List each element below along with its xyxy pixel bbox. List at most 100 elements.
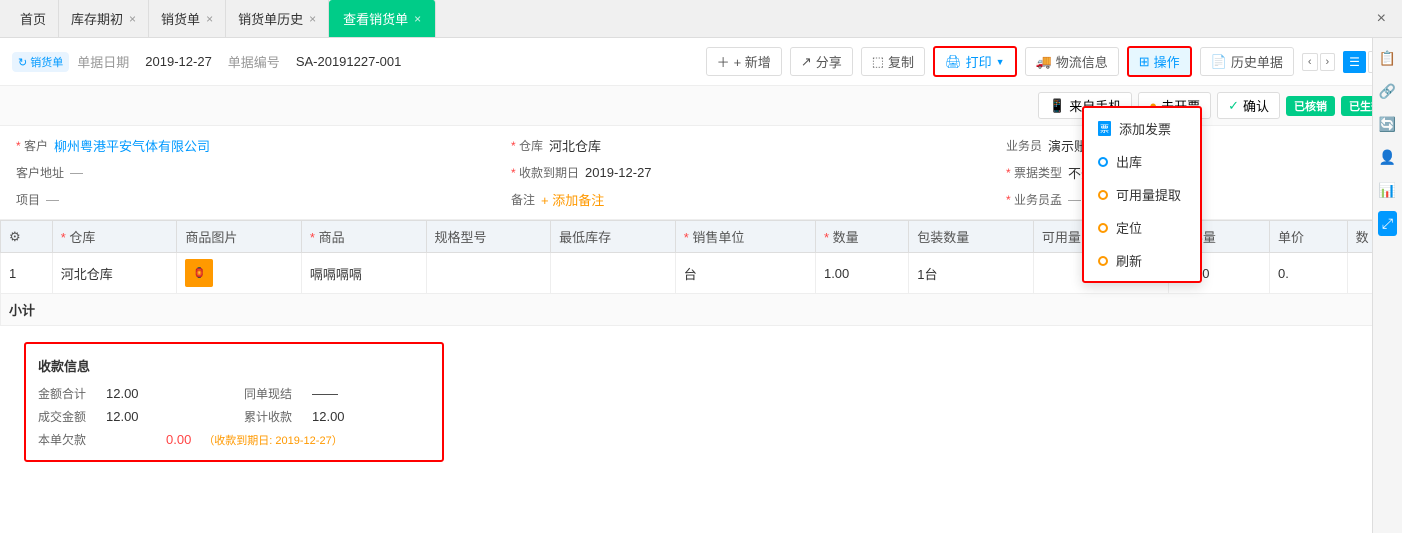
logistics-icon: 🚚 [1036, 54, 1052, 70]
tab-sales-close[interactable]: × [206, 12, 213, 26]
project-field: 项目 — [16, 191, 491, 208]
total-amount-label: 金额合计 [38, 385, 98, 402]
add-button[interactable]: ＋ + 新增 [706, 47, 782, 76]
logistics-button[interactable]: 🚚 物流信息 [1025, 47, 1119, 76]
nav-arrows: ‹ › [1302, 53, 1335, 71]
col-unit: 销售单位 [675, 221, 815, 253]
share-button[interactable]: ↗ 分享 [790, 47, 853, 76]
prev-arrow[interactable]: ‹ [1302, 53, 1318, 71]
row-warehouse: 河北仓库 [52, 253, 177, 294]
address-value: — [70, 165, 83, 180]
row-min-stock [551, 253, 676, 294]
tab-sales-history-close[interactable]: × [309, 12, 316, 26]
operations-button[interactable]: ⊞ 操作 [1127, 46, 1192, 77]
doc-meta: 单据日期 2019-12-27 单据编号 SA-20191227-001 [77, 52, 705, 71]
col-price: 单价 [1270, 221, 1348, 253]
tab-home[interactable]: 首页 [8, 0, 59, 37]
product-image: 🏮 [185, 259, 213, 287]
next-arrow[interactable]: › [1320, 53, 1336, 71]
sidebar-chart-icon[interactable]: 📊 [1375, 178, 1400, 203]
tab-view-sales[interactable]: 查看销货单 × [329, 0, 436, 37]
col-warehouse: 仓库 [52, 221, 177, 253]
row-product-img: 🏮 [177, 253, 302, 294]
col-settings[interactable]: ⚙ [1, 221, 53, 253]
owed-row: 本单欠款 0.00 （收款到期日: 2019-12-27） [38, 431, 430, 448]
salesperson2-value: — [1068, 192, 1081, 207]
cumulative-label: 累计收款 [244, 408, 304, 425]
tab-bar: 首页 库存期初 × 销货单 × 销货单历史 × 查看销货单 × × [0, 0, 1402, 38]
list-view-icon[interactable]: ☰ [1343, 51, 1366, 73]
sidebar-clipboard-icon[interactable]: 📋 [1375, 46, 1400, 71]
settings-icon: ⚙ [9, 229, 21, 244]
tab-sales[interactable]: 销货单 × [149, 0, 226, 37]
same-order-row: 同单现结 —— [244, 385, 430, 402]
salesperson2-label: 业务员孟 [1006, 191, 1062, 208]
total-amount-value: 12.00 [106, 386, 139, 401]
right-sidebar: 📋 🔗 🔄 👤 📊 ⤢ [1372, 38, 1402, 533]
col-product: 商品 [301, 221, 426, 253]
col-spec: 规格型号 [426, 221, 551, 253]
row-price: 0. [1270, 253, 1348, 294]
sidebar-expand-icon[interactable]: ⤢ [1378, 211, 1397, 236]
warehouse-value: 河北仓库 [549, 136, 601, 155]
summary-title: 收款信息 [38, 356, 430, 375]
toolbar: ＋ + 新增 ↗ 分享 ⬚ 复制 🖨 打印 ▼ 🚚 [706, 46, 1390, 77]
notes-field: 备注 + 添加备注 [511, 190, 986, 209]
add-invoice-item[interactable]: 票 添加发票 [1084, 112, 1200, 145]
warehouse-label: 仓库 [511, 137, 543, 154]
payment-date-label: 收款到期日 [511, 164, 579, 181]
mobile-icon: 📱 [1049, 98, 1065, 114]
row-product-name: 嗝嗝嗝嗝 [301, 253, 426, 294]
available-qty-label: 可用量提取 [1116, 185, 1181, 204]
row-unit: 台 [675, 253, 815, 294]
tab-inventory[interactable]: 库存期初 × [59, 0, 149, 37]
locate-label: 定位 [1116, 218, 1142, 237]
warehouse-out-item[interactable]: 出库 [1084, 145, 1200, 178]
available-qty-item[interactable]: 可用量提取 [1084, 178, 1200, 211]
tab-sales-history[interactable]: 销货单历史 × [226, 0, 329, 37]
payment-date-field: 收款到期日 2019-12-27 [511, 164, 986, 181]
sold-badge: 已核销 [1286, 96, 1335, 116]
salesperson-label: 业务员 [1006, 137, 1042, 154]
available-qty-icon [1098, 190, 1108, 200]
refresh-item[interactable]: 刷新 [1084, 244, 1200, 277]
transaction-value: 12.00 [106, 409, 139, 424]
transaction-row: 成交金额 12.00 [38, 408, 224, 425]
customer-value[interactable]: 柳州粤港平安气体有限公司 [54, 136, 210, 155]
address-label: 客户地址 [16, 164, 64, 181]
window-close-btn[interactable]: × [1369, 10, 1394, 28]
same-order-label: 同单现结 [244, 385, 304, 402]
invoice-icon: 票 [1098, 121, 1111, 136]
copy-button[interactable]: ⬚ 复制 [861, 47, 925, 76]
confirm-btn[interactable]: ✓ 确认 [1217, 92, 1280, 119]
sidebar-link-icon[interactable]: 🔗 [1375, 79, 1400, 104]
number-value: SA-20191227-001 [296, 54, 402, 69]
print-button[interactable]: 🖨 打印 ▼ [933, 46, 1016, 77]
customer-label: 客户 [16, 137, 48, 154]
total-amount-row: 金额合计 12.00 [38, 385, 224, 402]
history-button[interactable]: 📄 历史单据 [1200, 47, 1294, 76]
tab-inventory-close[interactable]: × [129, 12, 136, 26]
doc-header: ↻ 销货单 单据日期 2019-12-27 单据编号 SA-20191227-0… [0, 38, 1402, 86]
locate-item[interactable]: 定位 [1084, 211, 1200, 244]
summary-container: 收款信息 金额合计 12.00 同单现结 —— 成交金额 12.00 [0, 326, 1402, 478]
cumulative-value: 12.00 [312, 409, 345, 424]
payment-date-value: 2019-12-27 [585, 165, 652, 180]
notes-label: 备注 [511, 191, 535, 208]
share-icon: ↗ [801, 54, 812, 70]
sidebar-refresh-icon[interactable]: 🔄 [1375, 112, 1400, 137]
refresh-icon [1098, 256, 1108, 266]
summary-grid: 金额合计 12.00 同单现结 —— 成交金额 12.00 累计收款 12.00 [38, 385, 430, 448]
col-qty: 数量 [815, 221, 908, 253]
col-pack-qty: 包装数量 [909, 221, 1034, 253]
project-value: — [46, 192, 59, 207]
owed-value: 0.00 [166, 432, 191, 447]
tab-view-sales-close[interactable]: × [414, 12, 421, 26]
add-notes-btn[interactable]: + 添加备注 [541, 190, 604, 209]
ticket-type-label: 票据类型 [1006, 164, 1062, 181]
locate-icon [1098, 223, 1108, 233]
doc-type-label: ↻ 销货单 [12, 52, 69, 72]
same-order-value: —— [312, 386, 338, 401]
sidebar-user-icon[interactable]: 👤 [1375, 145, 1400, 170]
refresh-label: 刷新 [1116, 251, 1142, 270]
